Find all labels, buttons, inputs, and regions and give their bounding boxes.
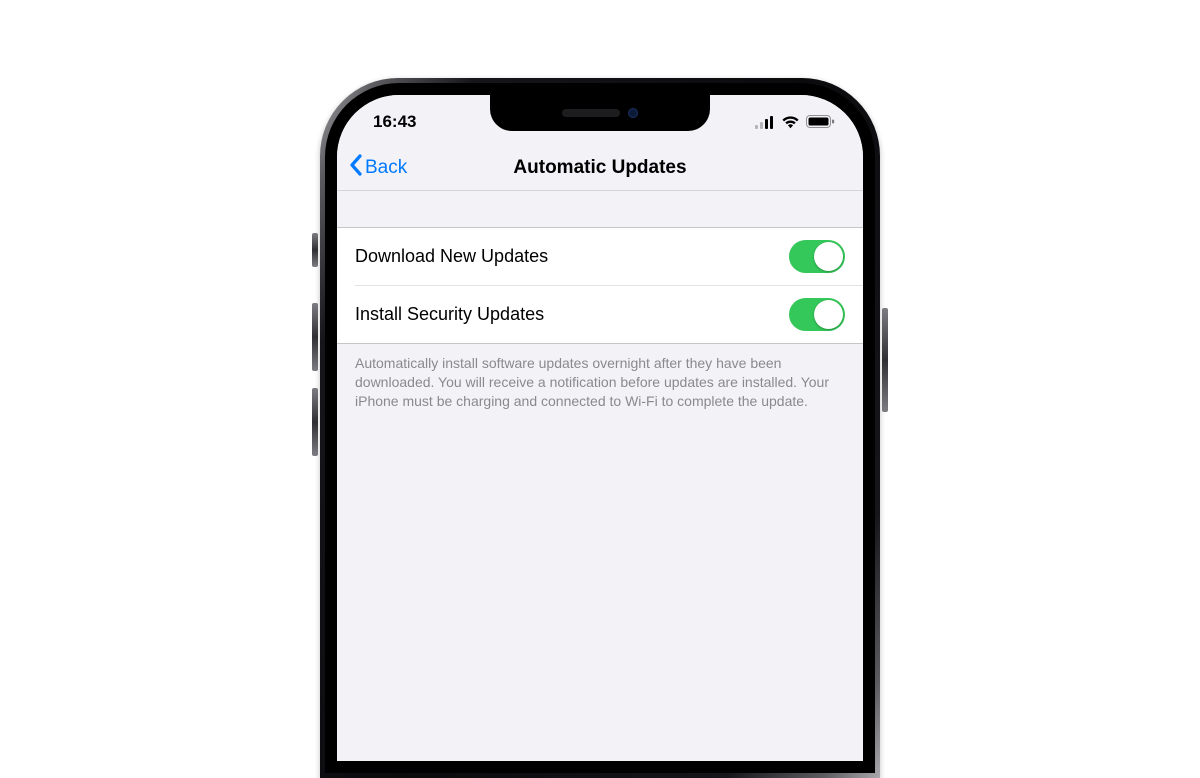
volume-down-button — [312, 388, 318, 456]
phone-notch — [490, 95, 710, 131]
row-download-new-updates[interactable]: Download New Updates — [337, 228, 863, 285]
back-label: Back — [365, 157, 407, 179]
battery-icon — [806, 115, 835, 129]
volume-up-button — [312, 303, 318, 371]
row-label: Install Security Updates — [355, 304, 544, 325]
row-label: Download New Updates — [355, 246, 548, 267]
phone-frame: 16:43 — [320, 78, 880, 778]
page-title: Automatic Updates — [337, 157, 863, 179]
settings-list: Download New Updates Install Security Up… — [337, 227, 863, 344]
back-button[interactable]: Back — [349, 154, 407, 182]
phone-screen: 16:43 — [337, 95, 863, 761]
toggle-download-new-updates[interactable] — [789, 240, 845, 273]
speaker-grille — [562, 109, 620, 117]
row-install-security-updates[interactable]: Install Security Updates — [355, 285, 863, 343]
nav-bar: Back Automatic Updates — [337, 145, 863, 191]
cellular-signal-icon — [755, 116, 775, 129]
front-camera — [628, 108, 638, 118]
power-button — [882, 308, 888, 412]
status-indicators — [755, 111, 835, 129]
section-spacer — [337, 191, 863, 227]
mute-switch — [312, 233, 318, 267]
status-time: 16:43 — [373, 108, 416, 132]
section-footer-text: Automatically install software updates o… — [337, 344, 863, 411]
wifi-icon — [781, 115, 800, 129]
chevron-left-icon — [349, 154, 363, 182]
toggle-install-security-updates[interactable] — [789, 298, 845, 331]
